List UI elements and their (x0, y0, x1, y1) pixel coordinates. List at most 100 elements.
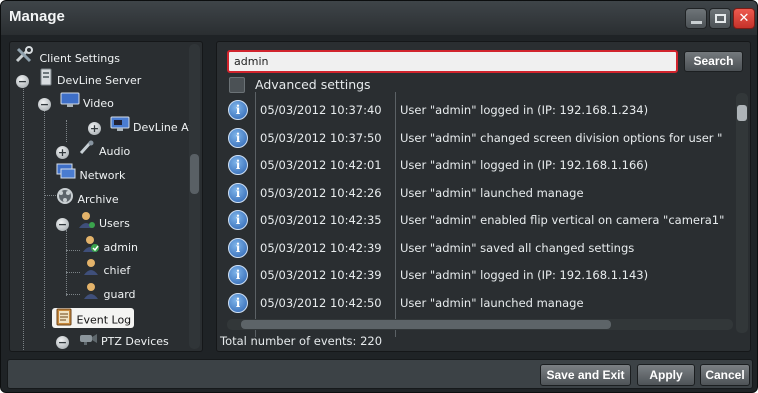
log-time: 05/03/2012 10:37:50 (260, 130, 382, 145)
tree-item-label: DevLine Server (57, 74, 142, 87)
maximize-icon (714, 14, 726, 23)
tree-item-label: Network (79, 169, 126, 182)
tree-item-chief[interactable]: chief (82, 258, 130, 280)
settings-tree: Client Settings − DevLine Server − Video… (9, 41, 203, 352)
tree-item-label: Archive (77, 193, 119, 206)
user-icon (82, 258, 100, 284)
tree-item-label: admin (103, 241, 138, 254)
tree-item-label: Users (99, 217, 130, 230)
log-message: User "admin" changed screen division opt… (400, 130, 723, 145)
log-vertical-scrollbar-thumb[interactable] (737, 105, 747, 121)
apply-button[interactable]: Apply (637, 364, 695, 386)
log-message: User "admin" saved all changed settings (400, 240, 635, 255)
audio-icon (78, 140, 96, 164)
log-row[interactable]: i 05/03/2012 10:42:01 User "admin" logge… (225, 152, 735, 180)
log-message: User "admin" logged in (IP: 192.168.1.16… (400, 158, 649, 172)
tree-item-guard[interactable]: guard (82, 282, 136, 304)
info-icon: i (228, 237, 248, 258)
log-row[interactable]: i 05/03/2012 10:42:50 User "admin" launc… (225, 290, 735, 318)
tree-item-devline-atl[interactable]: + DevLine Atl (88, 116, 196, 138)
log-row[interactable]: i 05/03/2012 10:42:26 User "admin" launc… (225, 180, 735, 208)
tree-item-audio[interactable]: + Audio (56, 140, 130, 162)
info-icon: i (228, 100, 248, 120)
tree-scrollbar[interactable] (189, 44, 200, 349)
user-icon (82, 282, 100, 308)
log-vertical-scrollbar[interactable] (736, 93, 748, 333)
tree-item-video[interactable]: − Video (38, 92, 114, 114)
expand-toggle-icon[interactable]: + (88, 121, 101, 135)
log-message: User "admin" launched manage (400, 295, 584, 310)
log-horizontal-scrollbar[interactable] (227, 319, 733, 330)
archive-icon (56, 187, 74, 213)
tree-item-admin[interactable]: admin (82, 235, 138, 257)
log-row[interactable]: i 05/03/2012 10:37:40 User "admin" logge… (225, 97, 735, 125)
camera-icon (110, 116, 130, 140)
log-row[interactable]: i 05/03/2012 10:42:35 User "admin" enabl… (225, 207, 735, 235)
tree-item-label: Video (83, 97, 114, 110)
log-time: 05/03/2012 10:42:35 (260, 213, 382, 227)
ptz-icon (78, 330, 98, 351)
selected-node-highlight: Event Log (52, 308, 135, 328)
log-message: User "admin" logged in (IP: 192.168.1.23… (400, 103, 649, 117)
tree-item-client-settings[interactable]: Client Settings (14, 46, 120, 68)
tree-item-label: chief (103, 264, 131, 277)
tree-item-label: Audio (99, 145, 131, 158)
tree-item-archive[interactable]: Archive (56, 187, 119, 209)
log-message: User "admin" logged in (IP: 192.168.1.14… (400, 268, 649, 282)
tree-item-label: DevLine Atl (133, 121, 196, 134)
log-time: 05/03/2012 10:42:01 (260, 158, 382, 172)
title-bar[interactable]: Manage ✕ (1, 1, 757, 35)
tree-item-label: PTZ Devices (101, 335, 169, 348)
info-icon: i (228, 127, 248, 148)
save-and-exit-button[interactable]: Save and Exit (540, 364, 631, 386)
network-icon (56, 163, 76, 189)
tree-item-event-log[interactable]: Event Log (52, 307, 135, 329)
log-time: 05/03/2012 10:42:50 (260, 295, 382, 310)
close-button[interactable]: ✕ (733, 8, 755, 29)
log-row[interactable]: i 05/03/2012 10:42:39 User "admin" logge… (225, 262, 735, 290)
tree-item-devline-server[interactable]: − DevLine Server (16, 68, 141, 90)
advanced-settings-label: Advanced settings (255, 77, 371, 92)
manage-window: Manage ✕ Client Settings − DevLine Serve… (0, 0, 758, 393)
footer-bar: Save and Exit Apply Cancel (7, 359, 753, 389)
users-icon (78, 211, 96, 237)
log-message: User "admin" launched manage (400, 185, 584, 200)
cancel-button[interactable]: Cancel (700, 364, 750, 386)
info-icon: i (228, 155, 248, 175)
event-log-list: i 05/03/2012 10:37:40 User "admin" logge… (225, 97, 743, 332)
log-time: 05/03/2012 10:37:40 (260, 103, 382, 117)
collapse-toggle-icon[interactable]: − (56, 335, 69, 349)
close-icon: ✕ (738, 11, 750, 26)
info-icon: i (228, 182, 248, 203)
tree-item-ptz-devices[interactable]: − PTZ Devices (56, 330, 169, 351)
maximize-button[interactable] (709, 8, 731, 29)
log-message: User "admin" enabled flip vertical on ca… (400, 213, 725, 227)
advanced-settings-checkbox[interactable] (229, 77, 245, 93)
search-button[interactable]: Search (684, 51, 743, 72)
tree-item-users[interactable]: − Users (56, 211, 130, 233)
total-events-label: Total number of events: 220 (220, 334, 383, 348)
collapse-toggle-icon[interactable]: − (56, 217, 69, 231)
tree-item-label: Event Log (76, 313, 132, 327)
expand-toggle-icon[interactable]: + (56, 145, 69, 159)
info-icon: i (228, 265, 248, 285)
log-row[interactable]: i 05/03/2012 10:37:50 User "admin" chang… (225, 125, 735, 153)
server-icon (38, 68, 54, 94)
collapse-toggle-icon[interactable]: − (38, 97, 51, 111)
monitor-icon (60, 92, 80, 116)
tree-item-network[interactable]: Network (56, 163, 125, 185)
log-time: 05/03/2012 10:42:26 (260, 185, 382, 200)
log-horizontal-scrollbar-thumb[interactable] (241, 320, 611, 329)
collapse-toggle-icon[interactable]: − (16, 74, 29, 88)
event-log-panel: admin Search Advanced settings i 05/03/2… (216, 41, 751, 352)
info-icon: i (228, 210, 248, 230)
window-title: Manage (9, 8, 65, 25)
minimize-button[interactable] (685, 8, 707, 29)
search-input[interactable]: admin (227, 50, 678, 73)
minimize-icon (690, 21, 702, 24)
tree-scrollbar-thumb[interactable] (190, 154, 199, 194)
log-row[interactable]: i 05/03/2012 10:42:39 User "admin" saved… (225, 235, 735, 263)
tree-item-label: guard (103, 288, 136, 301)
log-time: 05/03/2012 10:42:39 (260, 268, 382, 282)
info-icon: i (228, 292, 248, 313)
